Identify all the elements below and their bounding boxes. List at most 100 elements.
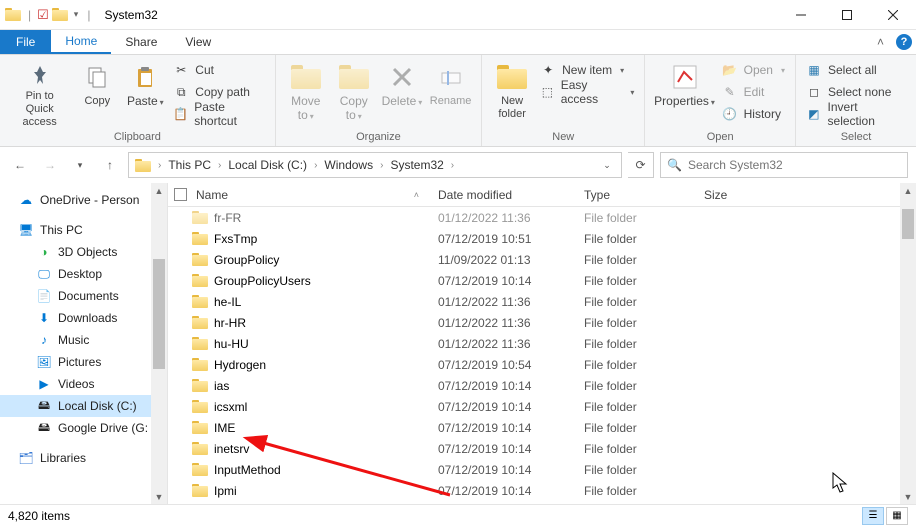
maximize-button[interactable]: [824, 0, 870, 30]
qat-dropdown-icon[interactable]: ▾: [71, 9, 82, 20]
tab-home[interactable]: Home: [51, 30, 111, 54]
scroll-down-icon[interactable]: ▼: [151, 489, 167, 505]
paste-shortcut-icon: 📋: [173, 106, 188, 122]
properties-button[interactable]: Properties▾: [651, 57, 717, 129]
table-row[interactable]: ias07/12/2019 10:14File folder: [168, 375, 916, 396]
drive-icon: 🖴: [36, 398, 52, 414]
file-name: he-IL: [214, 295, 241, 309]
table-row[interactable]: GroupPolicyUsers07/12/2019 10:14File fol…: [168, 270, 916, 291]
select-all-checkbox[interactable]: [174, 188, 187, 201]
minimize-button[interactable]: [778, 0, 824, 30]
move-to-button[interactable]: Move to▾: [282, 57, 330, 129]
history-button[interactable]: 🕘History: [718, 103, 789, 125]
thumbnails-view-button[interactable]: ▦: [886, 507, 908, 525]
table-row[interactable]: InputMethod07/12/2019 10:14File folder: [168, 459, 916, 480]
nav-music[interactable]: ♪Music: [0, 329, 167, 351]
file-name: Hydrogen: [214, 358, 266, 372]
search-input[interactable]: [688, 158, 901, 172]
nav-libraries[interactable]: 🗂Libraries: [0, 447, 167, 469]
paste-shortcut-button[interactable]: 📋Paste shortcut: [169, 103, 268, 125]
organize-group-label: Organize: [276, 129, 481, 146]
cut-button[interactable]: ✂Cut: [169, 59, 268, 81]
copy-button[interactable]: Copy: [73, 57, 121, 129]
breadcrumb-local-disk[interactable]: Local Disk (C:): [224, 158, 311, 172]
nav-this-pc[interactable]: 🖥This PC: [0, 219, 167, 241]
qat-checkbox-icon[interactable]: ☑: [37, 7, 49, 23]
table-row[interactable]: IME07/12/2019 10:14File folder: [168, 417, 916, 438]
breadcrumb-this-pc[interactable]: This PC: [164, 158, 215, 172]
nav-scrollbar[interactable]: ▲ ▼: [151, 183, 167, 505]
scroll-thumb[interactable]: [902, 209, 914, 239]
address-bar[interactable]: › This PC › Local Disk (C:) › Windows › …: [128, 152, 622, 178]
nav-local-disk[interactable]: 🖴Local Disk (C:): [0, 395, 167, 417]
table-row[interactable]: hr-HR01/12/2022 11:36File folder: [168, 312, 916, 333]
table-row[interactable]: FxsTmp07/12/2019 10:51File folder: [168, 228, 916, 249]
breadcrumb-windows[interactable]: Windows: [320, 158, 377, 172]
up-button[interactable]: ↑: [98, 153, 122, 177]
list-scrollbar[interactable]: ▲ ▼: [900, 183, 916, 505]
scroll-up-icon[interactable]: ▲: [151, 183, 167, 199]
pin-to-quick-access-button[interactable]: Pin to Quick access: [6, 57, 73, 129]
table-row[interactable]: inetsrv07/12/2019 10:14File folder: [168, 438, 916, 459]
tab-file[interactable]: File: [0, 30, 51, 54]
copy-to-button[interactable]: Copy to▾: [330, 57, 378, 129]
nav-documents[interactable]: 📄Documents: [0, 285, 167, 307]
delete-button[interactable]: Delete▾: [378, 57, 426, 129]
edit-button[interactable]: ✎Edit: [718, 81, 789, 103]
chevron-right-icon[interactable]: ›: [155, 160, 164, 171]
open-group-label: Open: [645, 129, 795, 146]
nav-onedrive[interactable]: ☁OneDrive - Person: [0, 189, 167, 211]
table-row[interactable]: Hydrogen07/12/2019 10:54File folder: [168, 354, 916, 375]
select-all-button[interactable]: ▦Select all: [802, 59, 910, 81]
file-type: File folder: [574, 274, 694, 288]
tab-share[interactable]: Share: [111, 30, 171, 54]
tab-view[interactable]: View: [171, 30, 225, 54]
nav-google-drive[interactable]: 🖴Google Drive (G:: [0, 417, 167, 439]
select-all-icon: ▦: [806, 62, 822, 78]
new-folder-button[interactable]: New folder: [488, 57, 536, 129]
table-row[interactable]: GroupPolicy11/09/2022 01:13File folder: [168, 249, 916, 270]
column-name[interactable]: Name˄: [168, 183, 428, 206]
nav-3d-objects[interactable]: ◑3D Objects: [0, 241, 167, 263]
refresh-button[interactable]: ⟳: [628, 152, 654, 178]
chevron-right-icon[interactable]: ›: [448, 160, 457, 171]
back-button[interactable]: ←: [8, 153, 32, 177]
easy-access-button[interactable]: ⬚Easy access▾: [536, 81, 638, 103]
forward-button[interactable]: →: [38, 153, 62, 177]
nav-pictures[interactable]: 🖼Pictures: [0, 351, 167, 373]
table-row[interactable]: icsxml07/12/2019 10:14File folder: [168, 396, 916, 417]
scroll-thumb[interactable]: [153, 259, 165, 369]
close-button[interactable]: [870, 0, 916, 30]
table-row[interactable]: Ipmi07/12/2019 10:14File folder: [168, 480, 916, 501]
table-row[interactable]: fr-FR01/12/2022 11:36File folder: [168, 207, 916, 228]
recent-locations-button[interactable]: ▾: [68, 153, 92, 177]
table-row[interactable]: he-IL01/12/2022 11:36File folder: [168, 291, 916, 312]
column-date[interactable]: Date modified: [428, 183, 574, 206]
breadcrumb-system32[interactable]: System32: [386, 158, 447, 172]
chevron-right-icon[interactable]: ›: [311, 160, 320, 171]
nav-desktop[interactable]: 🖵Desktop: [0, 263, 167, 285]
folder-icon: [192, 442, 208, 455]
scroll-up-icon[interactable]: ▲: [900, 183, 916, 199]
qat-folder-icon[interactable]: [51, 6, 69, 24]
chevron-right-icon[interactable]: ›: [215, 160, 224, 171]
open-button[interactable]: 📂Open▾: [718, 59, 789, 81]
search-box[interactable]: 🔍: [660, 152, 908, 178]
file-name: GroupPolicyUsers: [214, 274, 311, 288]
paste-icon: [133, 61, 157, 93]
table-row[interactable]: hu-HU01/12/2022 11:36File folder: [168, 333, 916, 354]
details-view-button[interactable]: ☰: [862, 507, 884, 525]
nav-downloads[interactable]: ⬇Downloads: [0, 307, 167, 329]
chevron-right-icon[interactable]: ›: [377, 160, 386, 171]
scroll-down-icon[interactable]: ▼: [900, 489, 916, 505]
address-dropdown-button[interactable]: ⌄: [595, 153, 619, 177]
ribbon-collapse-icon[interactable]: ˄: [869, 30, 892, 54]
paste-button[interactable]: Paste▾: [121, 57, 169, 129]
music-icon: ♪: [36, 332, 52, 348]
invert-selection-button[interactable]: ◩Invert selection: [802, 103, 910, 125]
rename-button[interactable]: Rename: [426, 57, 475, 129]
nav-videos[interactable]: ▶Videos: [0, 373, 167, 395]
column-size[interactable]: Size: [694, 183, 794, 206]
column-type[interactable]: Type: [574, 183, 694, 206]
help-button[interactable]: ?: [892, 30, 916, 54]
